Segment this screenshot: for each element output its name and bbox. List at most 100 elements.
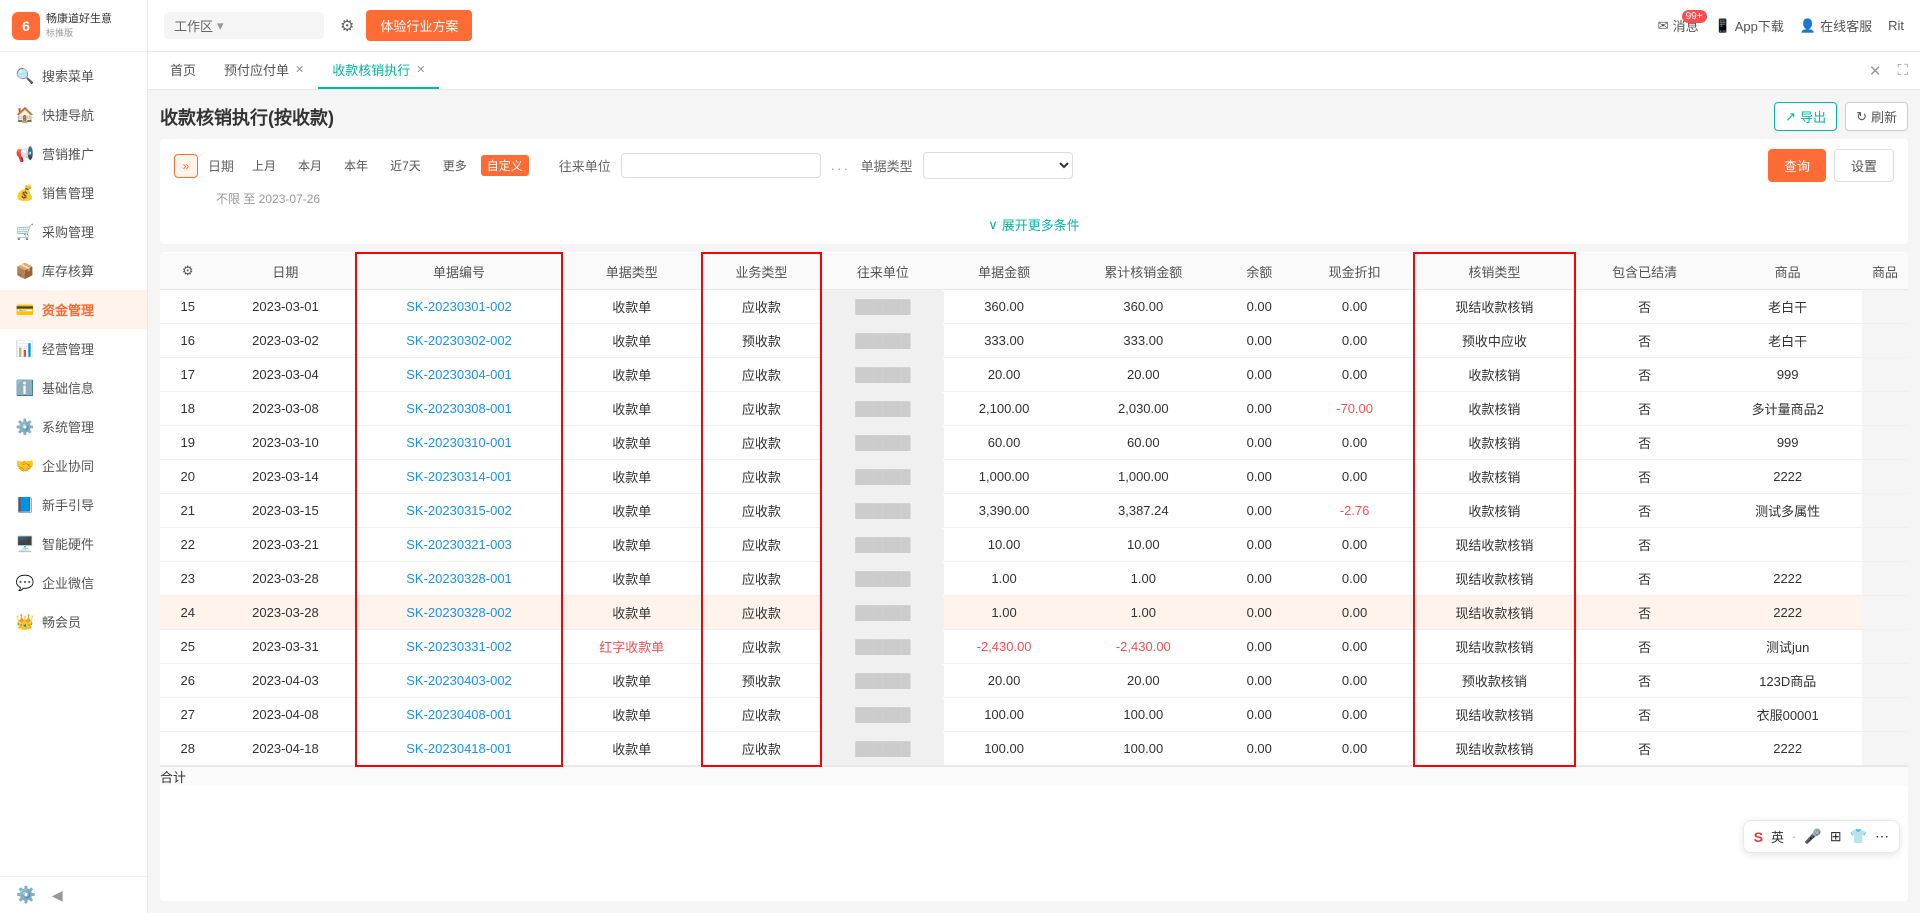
close-tab-icon[interactable]: ✕ — [1865, 58, 1886, 84]
sidebar-item-label: 畅会员 — [42, 612, 81, 631]
cell-order-no[interactable]: SK-20230418-001 — [356, 732, 561, 767]
marketing-icon: 📢 — [16, 145, 34, 163]
prepay-tab-close[interactable]: ✕ — [295, 63, 304, 76]
order-no-link[interactable]: SK-20230310-001 — [406, 435, 512, 450]
sidebar-item-wechat[interactable]: 💬 企业微信 — [0, 563, 147, 602]
cell-biz-type: 预收款 — [702, 664, 821, 698]
sidebar-item-basics[interactable]: ℹ️ 基础信息 — [0, 368, 147, 407]
refresh-button[interactable]: ↻ 刷新 — [1845, 102, 1908, 131]
cell-order-no[interactable]: SK-20230315-002 — [356, 494, 561, 528]
filter-expand-more[interactable]: ∨ 展开更多条件 — [174, 215, 1894, 234]
sidebar-item-system[interactable]: ⚙️ 系统管理 — [0, 407, 147, 446]
app-download-button[interactable]: 📱 App下载 — [1715, 16, 1784, 35]
sidebar-item-sales[interactable]: 💰 销售管理 — [0, 173, 147, 212]
footer-discount — [1296, 766, 1414, 786]
date-prev-month[interactable]: 上月 — [244, 154, 284, 177]
sidebar-item-inventory[interactable]: 📦 库存核算 — [0, 251, 147, 290]
order-no-link[interactable]: SK-20230304-001 — [406, 367, 512, 382]
sidebar-item-label: 快捷导航 — [42, 105, 94, 124]
order-no-link[interactable]: SK-20230321-003 — [406, 537, 512, 552]
message-button[interactable]: ✉ 消息 99+ — [1658, 16, 1699, 35]
sidebar-item-marketing[interactable]: 📢 营销推广 — [0, 134, 147, 173]
cell-goods: 123D商品 — [1713, 664, 1862, 698]
user-name[interactable]: Rit — [1888, 18, 1904, 33]
date-this-month[interactable]: 本月 — [290, 154, 330, 177]
date-last-7days[interactable]: 近7天 — [382, 154, 429, 177]
shirt-icon[interactable]: 👕 — [1850, 828, 1867, 845]
cell-order-no[interactable]: SK-20230314-001 — [356, 460, 561, 494]
settings-gear-icon[interactable]: ⚙ — [340, 16, 354, 36]
cell-order-no[interactable]: SK-20230301-002 — [356, 290, 561, 324]
order-no-link[interactable]: SK-20230403-002 — [406, 673, 512, 688]
order-no-link[interactable]: SK-20230328-002 — [406, 605, 512, 620]
query-button[interactable]: 查询 — [1768, 149, 1826, 182]
service-button[interactable]: 👤 在线客服 — [1800, 16, 1872, 35]
order-no-link[interactable]: SK-20230308-001 — [406, 401, 512, 416]
cell-goods — [1713, 528, 1862, 562]
expand-tab-icon[interactable]: ⛶ — [1893, 58, 1912, 84]
tab-verify[interactable]: 收款核销执行 ✕ — [318, 52, 439, 89]
export-button[interactable]: ↗ 导出 — [1774, 102, 1837, 131]
cell-order-no[interactable]: SK-20230302-002 — [356, 324, 561, 358]
settings-icon[interactable]: ⚙️ — [16, 885, 36, 905]
sidebar-item-finance[interactable]: 💳 资金管理 — [0, 290, 147, 329]
cell-order-no[interactable]: SK-20230408-001 — [356, 698, 561, 732]
more-icon[interactable]: ⋯ — [1875, 828, 1889, 845]
footer-include-settled — [1575, 766, 1713, 786]
verify-tab-close[interactable]: ✕ — [416, 63, 425, 76]
sidebar-item-hardware[interactable]: 🖥️ 智能硬件 — [0, 524, 147, 563]
cell-biz-type: 应收款 — [702, 732, 821, 767]
order-no-link[interactable]: SK-20230302-002 — [406, 333, 512, 348]
receipt-type-select[interactable] — [923, 152, 1073, 179]
th-balance: 余额 — [1222, 253, 1296, 290]
table-body: 152023-03-01SK-20230301-002收款单应收款██████3… — [160, 290, 1908, 767]
cell-amount: 60.00 — [944, 426, 1065, 460]
order-no-link[interactable]: SK-20230301-002 — [406, 299, 512, 314]
cell-goods2 — [1862, 698, 1908, 732]
sidebar-item-operations[interactable]: 📊 经营管理 — [0, 329, 147, 368]
setting-button[interactable]: 设置 — [1834, 149, 1894, 182]
sidebar-item-corp[interactable]: 🤝 企业协同 — [0, 446, 147, 485]
cell-order-no[interactable]: SK-20230310-001 — [356, 426, 561, 460]
table-header-row: ⚙ 日期 单据编号 单据类型 业务类型 往来单位 单据金额 累计核销金额 余额 … — [160, 253, 1908, 290]
counterpart-input[interactable] — [621, 153, 821, 178]
order-no-link[interactable]: SK-20230328-001 — [406, 571, 512, 586]
sidebar-item-member[interactable]: 👑 畅会员 — [0, 602, 147, 641]
cell-order-no[interactable]: SK-20230328-002 — [356, 596, 561, 630]
workspace-selector[interactable]: 工作区 ▾ — [164, 12, 324, 39]
date-more[interactable]: 更多 — [435, 154, 475, 177]
sidebar-item-search[interactable]: 🔍 搜索菜单 — [0, 56, 147, 95]
page-header: 收款核销执行(按收款) ↗ 导出 ↻ 刷新 — [160, 102, 1908, 131]
order-no-link[interactable]: SK-20230418-001 — [406, 741, 512, 756]
sidebar-item-purchase[interactable]: 🛒 采购管理 — [0, 212, 147, 251]
sidebar-item-label: 采购管理 — [42, 222, 94, 241]
mic-icon[interactable]: 🎤 — [1804, 828, 1821, 845]
cell-order-no[interactable]: SK-20230403-002 — [356, 664, 561, 698]
collapse-icon[interactable]: ◀ — [52, 887, 63, 904]
order-no-link[interactable]: SK-20230331-002 — [406, 639, 512, 654]
cell-verify-type: 现结收款核销 — [1414, 596, 1575, 630]
sidebar-item-label: 资金管理 — [42, 300, 94, 319]
tab-prepay[interactable]: 预付应付单 ✕ — [210, 52, 318, 89]
cell-order-no[interactable]: SK-20230304-001 — [356, 358, 561, 392]
grid-icon[interactable]: ⊞ — [1830, 828, 1842, 845]
date-this-year[interactable]: 本年 — [336, 154, 376, 177]
cell-amount: -2,430.00 — [944, 630, 1065, 664]
sidebar-item-guide[interactable]: 📘 新手引导 — [0, 485, 147, 524]
date-custom[interactable]: 自定义 — [481, 155, 529, 176]
cell-seq: 24 — [160, 596, 215, 630]
order-no-link[interactable]: SK-20230314-001 — [406, 469, 512, 484]
order-no-link[interactable]: SK-20230315-002 — [406, 503, 512, 518]
cell-order-no[interactable]: SK-20230308-001 — [356, 392, 561, 426]
solution-button[interactable]: 体验行业方案 — [366, 10, 472, 41]
sidebar-item-quick-nav[interactable]: 🏠 快捷导航 — [0, 95, 147, 134]
cell-verify-amount: 1,000.00 — [1064, 460, 1222, 494]
cell-order-no[interactable]: SK-20230328-001 — [356, 562, 561, 596]
cell-order-no[interactable]: SK-20230331-002 — [356, 630, 561, 664]
sidebar-item-label: 销售管理 — [42, 183, 94, 202]
filter-expand-button[interactable]: » — [174, 154, 198, 178]
cell-balance: 0.00 — [1222, 460, 1296, 494]
cell-order-no[interactable]: SK-20230321-003 — [356, 528, 561, 562]
order-no-link[interactable]: SK-20230408-001 — [406, 707, 512, 722]
tab-home[interactable]: 首页 — [156, 52, 210, 89]
